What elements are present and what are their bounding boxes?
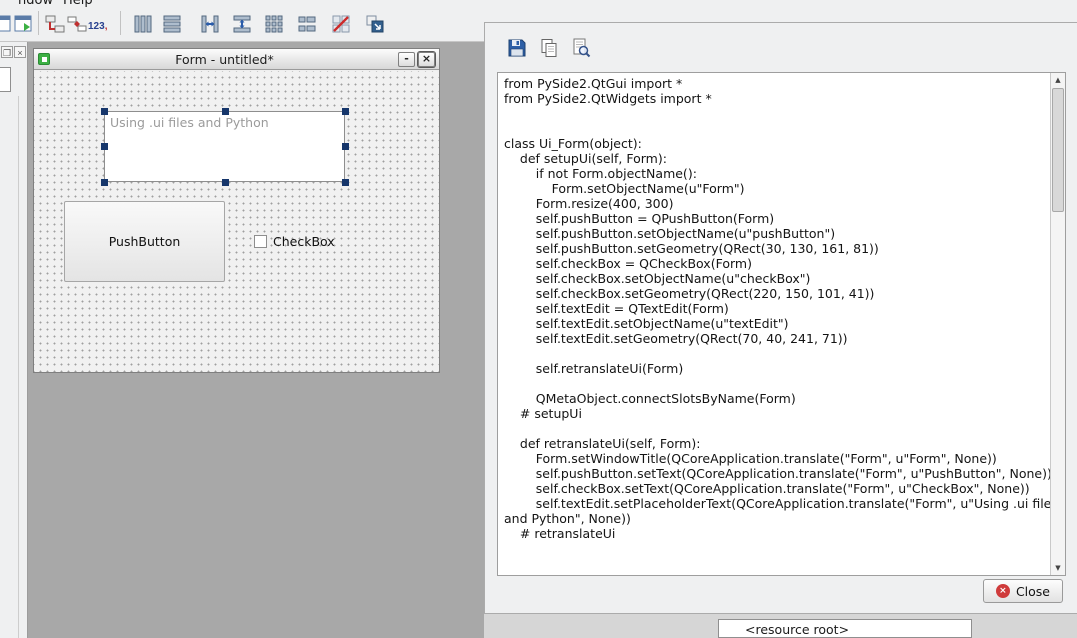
pushbutton-widget[interactable]: PushButton	[64, 201, 225, 282]
adjust-size-icon[interactable]	[364, 13, 386, 35]
selection-handle[interactable]	[222, 179, 229, 186]
checkbox-label: CheckBox	[273, 234, 335, 249]
close-button-label: Close	[1016, 584, 1050, 599]
edit-buddies-icon[interactable]	[66, 13, 88, 35]
selection-handle[interactable]	[101, 179, 108, 186]
minimize-button[interactable]: -	[398, 52, 415, 67]
scrollbar-thumb[interactable]	[1052, 88, 1064, 212]
layout-horizontal-splitter-icon[interactable]	[199, 13, 221, 35]
scroll-down-arrow[interactable]: ▼	[1051, 561, 1065, 575]
form-canvas[interactable]: Using .ui files and Python PushButton Ch…	[34, 71, 439, 372]
form-titlebar[interactable]: Form - untitled* - ×	[34, 49, 439, 70]
tab-order-comma: ,	[105, 21, 108, 32]
resource-root-item[interactable]: <resource root>	[745, 622, 849, 637]
toolbar-separator	[38, 11, 39, 35]
checkbox-indicator[interactable]	[254, 235, 267, 248]
save-icon[interactable]	[505, 37, 529, 61]
selection-handle[interactable]	[342, 108, 349, 115]
widget-filter-input[interactable]	[0, 67, 11, 92]
menu-help[interactable]: Help	[63, 0, 93, 8]
new-form-icon[interactable]	[0, 13, 13, 35]
vertical-scrollbar[interactable]: ▲ ▼	[1050, 73, 1065, 575]
selection-handle[interactable]	[222, 108, 229, 115]
panel-divider	[18, 96, 19, 638]
close-button[interactable]: ×	[418, 52, 435, 67]
edit-tab-order-icon[interactable]: 123,	[88, 15, 114, 37]
find-icon[interactable]	[569, 37, 593, 61]
tab-order-label: 123	[88, 21, 105, 32]
designer-form-icon	[38, 53, 50, 65]
form-window: Form - untitled* - × Using .ui files and…	[33, 48, 440, 373]
textedit-placeholder: Using .ui files and Python	[110, 115, 269, 130]
widget-box-panel: ❐ ×	[0, 42, 28, 638]
dock-float-icon[interactable]: ❐	[1, 46, 13, 58]
scroll-up-arrow[interactable]: ▲	[1051, 73, 1065, 87]
layout-horizontal-icon[interactable]	[132, 13, 154, 35]
textedit-widget[interactable]: Using .ui files and Python	[104, 111, 345, 182]
close-circle-icon: ×	[996, 584, 1010, 598]
copy-icon[interactable]	[537, 37, 561, 61]
dock-close-icon[interactable]: ×	[14, 46, 26, 58]
form-window-title: Form - untitled*	[54, 52, 395, 67]
break-layout-icon[interactable]	[330, 13, 352, 35]
toolbar-separator	[120, 11, 121, 35]
checkbox-widget[interactable]: CheckBox	[254, 221, 355, 262]
layout-vertical-splitter-icon[interactable]	[231, 13, 253, 35]
code-text: from PySide2.QtGui import * from PySide2…	[504, 76, 1047, 541]
save-form-icon[interactable]	[13, 13, 35, 35]
edit-signals-slots-icon[interactable]	[44, 13, 66, 35]
layout-form-icon[interactable]	[296, 13, 318, 35]
menu-window[interactable]: ndow	[18, 0, 53, 8]
selection-handle[interactable]	[101, 108, 108, 115]
layout-grid-icon[interactable]	[263, 13, 285, 35]
selection-handle[interactable]	[342, 143, 349, 150]
resource-browser: <resource root>	[718, 619, 972, 638]
selection-handle[interactable]	[342, 179, 349, 186]
selection-handle[interactable]	[101, 143, 108, 150]
code-editor[interactable]: from PySide2.QtGui import * from PySide2…	[497, 72, 1066, 576]
layout-vertical-icon[interactable]	[161, 13, 183, 35]
close-dialog-button[interactable]: × Close	[983, 579, 1063, 603]
code-preview-dialog: from PySide2.QtGui import * from PySide2…	[484, 22, 1077, 614]
